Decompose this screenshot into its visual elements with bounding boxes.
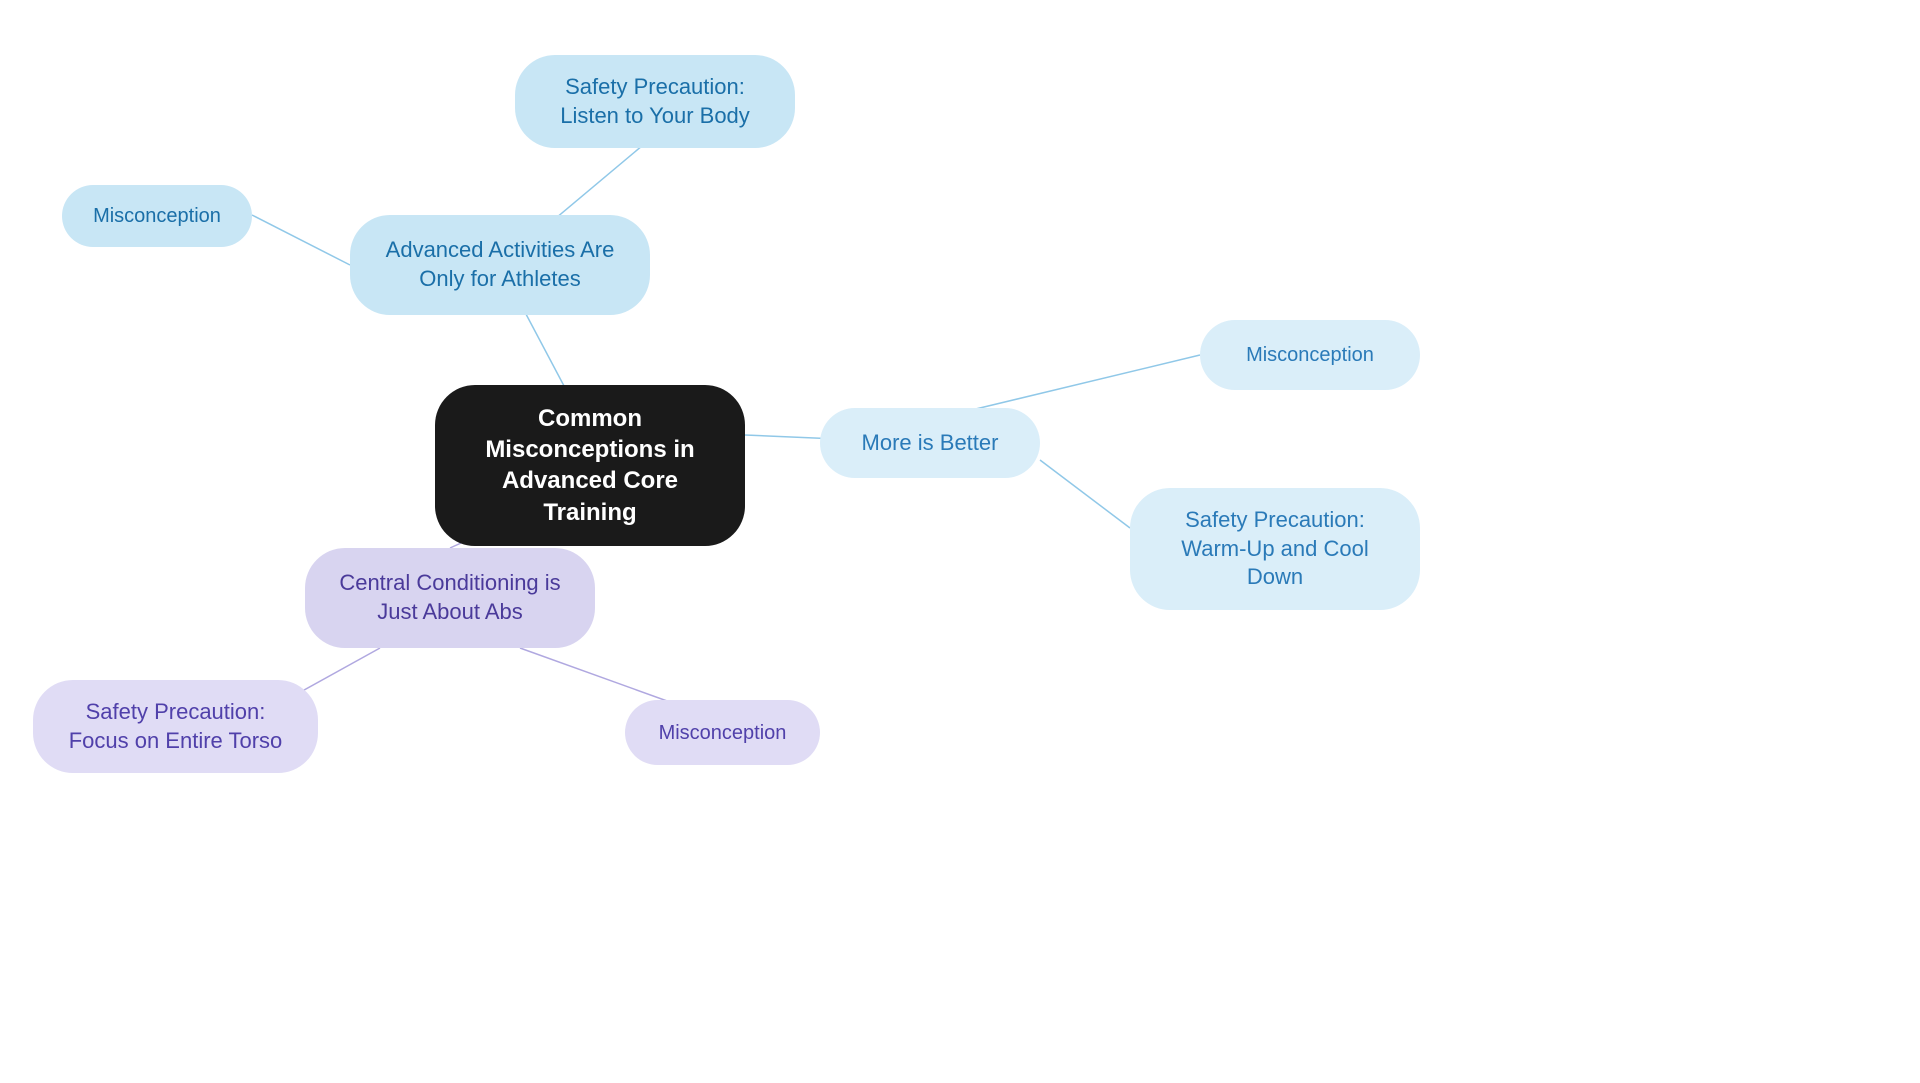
central-node: Common Misconceptions in Advanced Core T… — [435, 385, 745, 546]
advanced-label: Advanced Activities Are Only for Athlete… — [378, 236, 622, 293]
safety-top-label: Safety Precaution: Listen to Your Body — [543, 73, 767, 130]
mind-map: Common Misconceptions in Advanced Core T… — [0, 0, 1920, 1083]
connections-svg — [0, 0, 1920, 1083]
safety-warmup-node: Safety Precaution: Warm-Up and Cool Down — [1130, 488, 1420, 610]
misc-topleft-label: Misconception — [93, 203, 221, 229]
conditioning-label: Central Conditioning is Just About Abs — [333, 569, 567, 626]
central-label: Common Misconceptions in Advanced Core T… — [463, 403, 717, 528]
misconception-bottom-node: Misconception — [625, 700, 820, 765]
safety-focus-node: Safety Precaution: Focus on Entire Torso — [33, 680, 318, 773]
more-is-better-node: More is Better — [820, 408, 1040, 478]
misconception-right-node: Misconception — [1200, 320, 1420, 390]
conditioning-node: Central Conditioning is Just About Abs — [305, 548, 595, 648]
misc-bottom-label: Misconception — [659, 720, 787, 746]
more-label: More is Better — [862, 429, 999, 458]
safety-focus-label: Safety Precaution: Focus on Entire Torso — [61, 698, 290, 755]
misc-right-label: Misconception — [1246, 342, 1374, 368]
misconception-topleft-node: Misconception — [62, 185, 252, 247]
safety-listen-node: Safety Precaution: Listen to Your Body — [515, 55, 795, 148]
advanced-activities-node: Advanced Activities Are Only for Athlete… — [350, 215, 650, 315]
safety-warmup-label: Safety Precaution: Warm-Up and Cool Down — [1158, 506, 1392, 592]
